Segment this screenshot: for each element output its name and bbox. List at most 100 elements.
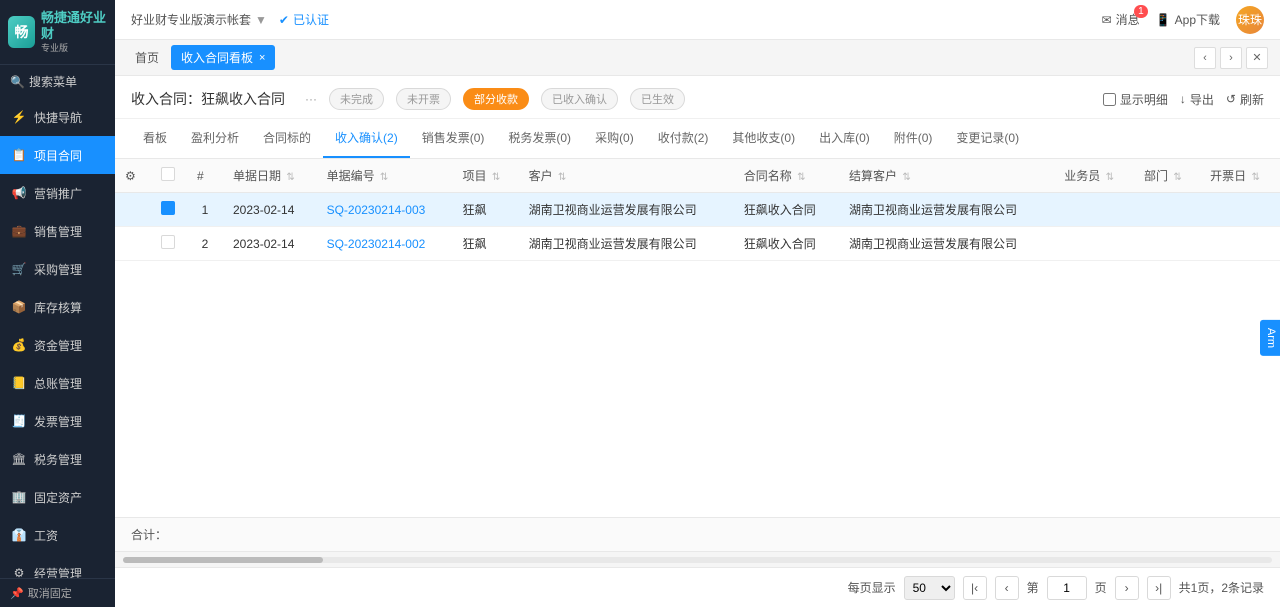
row2-project: 狂飙 (452, 227, 518, 261)
company-selector[interactable]: 好业财专业版演示帐套 ▼ (131, 11, 267, 28)
row2-num: 2 (187, 227, 223, 261)
scrollbar-track[interactable] (123, 557, 1272, 563)
sidebar-item-invoice[interactable]: 🧾 发票管理 (0, 402, 115, 440)
sidebar-item-fixed-assets[interactable]: 🏢 固定资产 (0, 478, 115, 516)
check-all-checkbox[interactable] (161, 167, 175, 181)
message-button[interactable]: ✉ 消息 1 (1102, 11, 1140, 28)
tab-close-button[interactable]: × (259, 52, 265, 64)
sidebar-item-7-label: 发票管理 (34, 413, 82, 430)
right-float-button[interactable]: Arm (1260, 320, 1280, 356)
table-row[interactable]: 1 2023-02-14 SQ-20230214-003 狂飙 湖南卫视商业运营… (115, 193, 1280, 227)
status-incomplete-button[interactable]: 未完成 (329, 88, 384, 110)
page-prev-button[interactable]: ‹ (995, 576, 1019, 600)
sidebar: 畅 畅捷通好业财 专业版 🔍 搜索菜单 ⚡ 快捷导航 📋 项目合同 📢 营销推广… (0, 0, 115, 607)
tab-home[interactable]: 首页 (127, 43, 167, 72)
table-footer: 合计： (115, 517, 1280, 551)
row2-check[interactable] (151, 227, 187, 261)
col-department[interactable]: 部门 ⇅ (1134, 159, 1200, 193)
col-settlement[interactable]: 结算客户 ⇅ (839, 159, 1054, 193)
sub-tab-income-confirm[interactable]: 收入确认(2) (323, 119, 410, 158)
refresh-button[interactable]: ↺ 刷新 (1226, 91, 1264, 108)
sidebar-item-general-ledger[interactable]: 📒 总账管理 (0, 364, 115, 402)
contract-more-button[interactable]: ··· (305, 92, 317, 106)
sidebar-item-purchase[interactable]: 🛒 采购管理 (0, 250, 115, 288)
show-details-button[interactable]: 显示明细 (1103, 91, 1168, 108)
page-first-button[interactable]: |‹ (963, 576, 987, 600)
col-salesman[interactable]: 业务员 ⇅ (1054, 159, 1134, 193)
col-settings[interactable]: ⚙ (115, 159, 151, 193)
sidebar-item-10-label: 工资 (34, 527, 58, 544)
sidebar-item-salary[interactable]: 👔 工资 (0, 516, 115, 554)
sidebar-item-tax[interactable]: 🏛 税务管理 (0, 440, 115, 478)
col-check-all[interactable] (151, 159, 187, 193)
page-last-button[interactable]: ›| (1147, 576, 1171, 600)
row2-order-link[interactable]: SQ-20230214-002 (327, 237, 426, 251)
col-salesman-label: 业务员 (1064, 169, 1100, 183)
sidebar-item-2-label: 销售管理 (34, 223, 82, 240)
app-download-button[interactable]: 📱 App下载 (1156, 11, 1220, 28)
sidebar-item-funds[interactable]: 💰 资金管理 (0, 326, 115, 364)
page-label: 页 (1095, 579, 1107, 596)
sort-contract-name-icon: ⇅ (797, 172, 805, 183)
search-menu-item[interactable]: 🔍 搜索菜单 (0, 65, 115, 98)
tab-next-button[interactable]: › (1220, 47, 1242, 69)
col-invoice-date[interactable]: 开票日 ⇅ (1200, 159, 1280, 193)
sub-tab-kanban[interactable]: 看板 (131, 119, 179, 158)
sidebar-item-project-contract[interactable]: 📋 项目合同 (0, 136, 115, 174)
sidebar-item-11-label: 经营管理 (34, 565, 82, 578)
sub-tab-payment[interactable]: 收付款(2) (646, 119, 721, 158)
page-next-button[interactable]: › (1115, 576, 1139, 600)
sub-tab-warehouse[interactable]: 出入库(0) (807, 119, 882, 158)
col-contract-name[interactable]: 合同名称 ⇅ (734, 159, 839, 193)
row1-checkbox[interactable] (161, 201, 175, 215)
sidebar-item-quick-nav[interactable]: ⚡ 快捷导航 (0, 98, 115, 136)
page-current-input[interactable] (1047, 576, 1087, 600)
sub-tab-sales-invoice[interactable]: 销售发票(0) (410, 119, 497, 158)
sidebar-pin-button[interactable]: 📌 取消固定 (0, 578, 115, 607)
col-customer[interactable]: 客户 ⇅ (519, 159, 734, 193)
logo-text: 畅捷通好业财 (41, 10, 107, 41)
sub-tab-attachments[interactable]: 附件(0) (882, 119, 945, 158)
show-details-checkbox[interactable] (1103, 93, 1116, 106)
sub-tab-contract-items[interactable]: 合同标的 (251, 119, 323, 158)
sidebar-item-sales[interactable]: 💼 销售管理 (0, 212, 115, 250)
export-button[interactable]: ↓ 导出 (1180, 91, 1214, 108)
per-page-select[interactable]: 50 100 200 (904, 576, 955, 600)
sub-tab-purchase[interactable]: 采购(0) (583, 119, 646, 158)
row1-order-no[interactable]: SQ-20230214-003 (317, 193, 453, 227)
tab-contract-board[interactable]: 收入合同看板 × (171, 45, 275, 70)
row2-order-no[interactable]: SQ-20230214-002 (317, 227, 453, 261)
avatar[interactable]: 珠珠 (1236, 6, 1264, 34)
col-order-no-label: 单据编号 (327, 169, 375, 183)
topbar-right: ✉ 消息 1 📱 App下载 珠珠 (1102, 6, 1264, 34)
sidebar-item-marketing[interactable]: 📢 营销推广 (0, 174, 115, 212)
row1-order-link[interactable]: SQ-20230214-003 (327, 203, 426, 217)
status-confirmed-button[interactable]: 已收入确认 (541, 88, 618, 110)
sort-invoice-date-icon: ⇅ (1251, 172, 1259, 183)
row2-customer: 湖南卫视商业运营发展有限公司 (519, 227, 734, 261)
status-effective-button[interactable]: 已生效 (630, 88, 685, 110)
status-not-invoiced-button[interactable]: 未开票 (396, 88, 451, 110)
marketing-icon: 📢 (10, 184, 28, 202)
sub-tab-profit[interactable]: 盈利分析 (179, 119, 251, 158)
sub-tab-other[interactable]: 其他收支(0) (720, 119, 807, 158)
col-project[interactable]: 项目 ⇅ (452, 159, 518, 193)
tab-close-all-button[interactable]: ✕ (1246, 47, 1268, 69)
sidebar-item-inventory[interactable]: 📦 库存核算 (0, 288, 115, 326)
col-order-no[interactable]: 单据编号 ⇅ (317, 159, 453, 193)
sidebar-item-operations[interactable]: ⚙ 经营管理 (0, 554, 115, 578)
col-date[interactable]: 单据日期 ⇅ (223, 159, 317, 193)
sub-tab-change-log[interactable]: 变更记录(0) (944, 119, 1031, 158)
tab-home-label: 首页 (135, 51, 159, 65)
table-row[interactable]: 2 2023-02-14 SQ-20230214-002 狂飙 湖南卫视商业运营… (115, 227, 1280, 261)
row2-checkbox[interactable] (161, 235, 175, 249)
tab-prev-button[interactable]: ‹ (1194, 47, 1216, 69)
scrollbar-thumb[interactable] (123, 557, 323, 563)
message-badge: 1 (1134, 5, 1148, 18)
tax-icon: 🏛 (10, 450, 28, 468)
row1-check[interactable] (151, 193, 187, 227)
contract-title-name: 狂飙收入合同 (201, 91, 285, 107)
settings-icon[interactable]: ⚙ (125, 169, 136, 183)
status-partial-button[interactable]: 部分收款 (463, 88, 529, 110)
sub-tab-tax-invoice[interactable]: 税务发票(0) (496, 119, 583, 158)
